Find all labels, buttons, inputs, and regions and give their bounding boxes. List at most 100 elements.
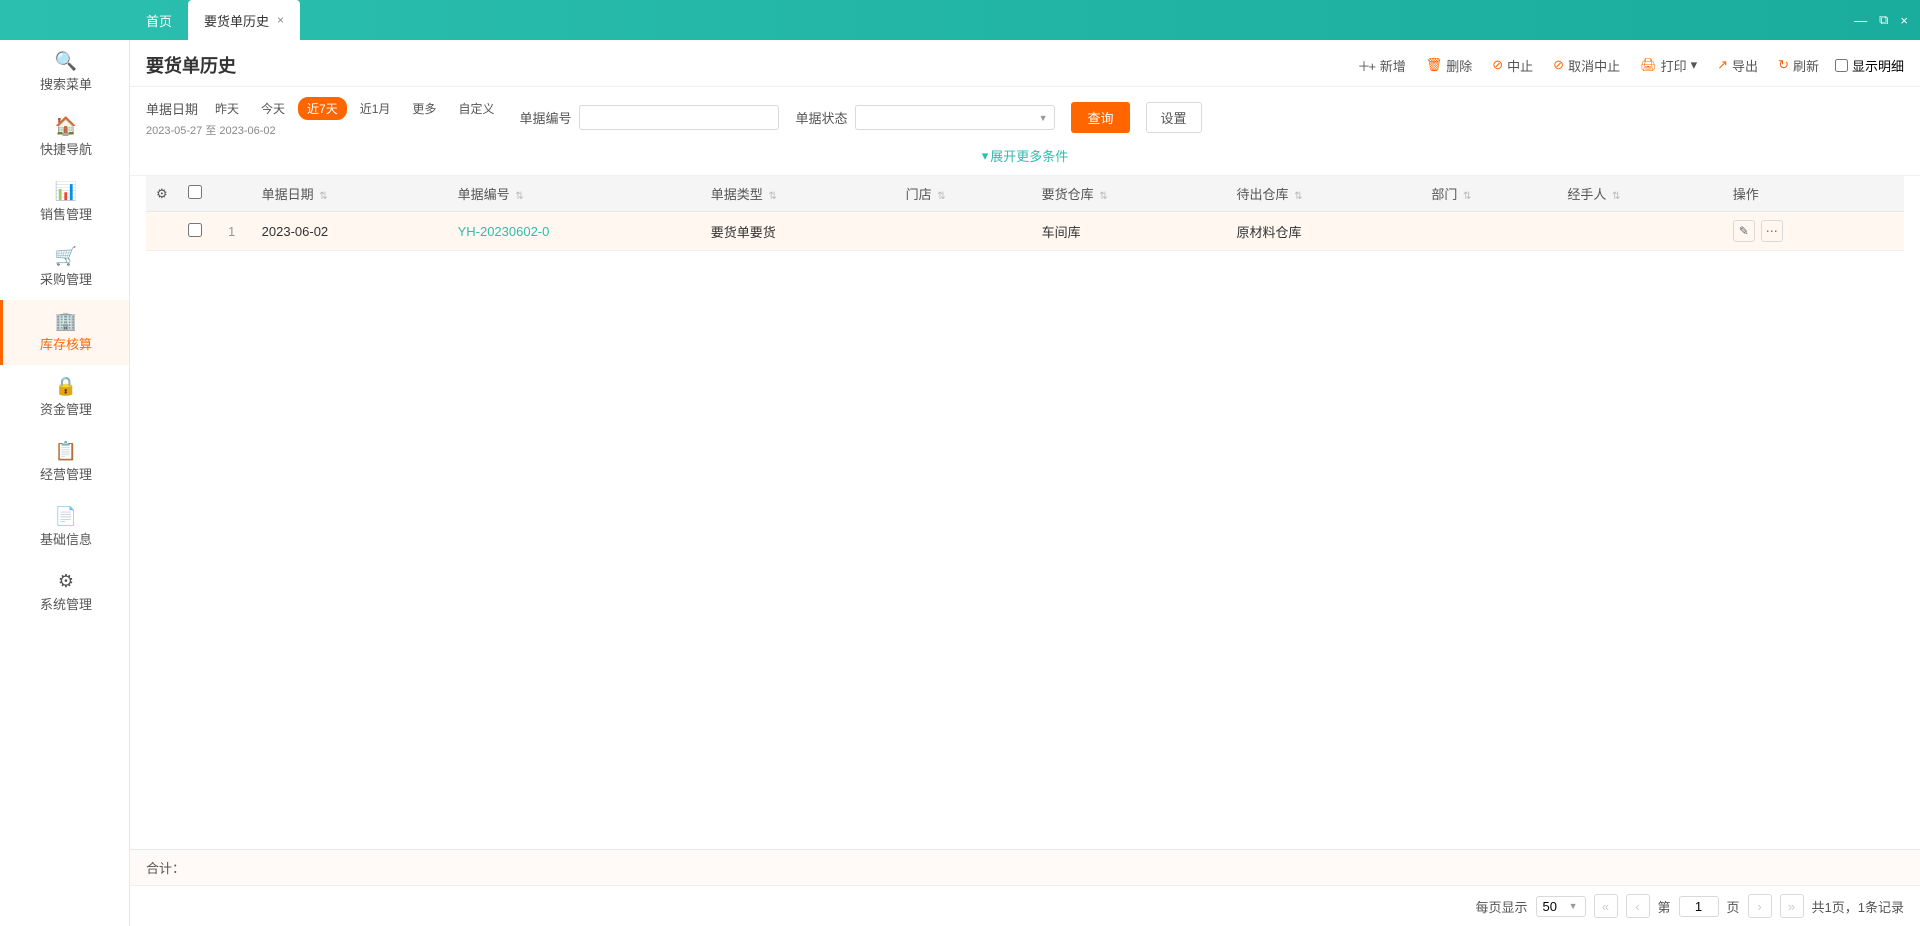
tab-requisition-history[interactable]: 要货单历史 × bbox=[188, 0, 300, 40]
restore-button[interactable]: ⧉ bbox=[1879, 12, 1888, 28]
lock-icon: 🔒 bbox=[55, 377, 77, 395]
col-settings[interactable]: ⚙ bbox=[146, 176, 178, 212]
date-btn-custom[interactable]: 自定义 bbox=[449, 97, 503, 120]
new-button[interactable]: ＋ + 新增 bbox=[1353, 54, 1409, 77]
date-btn-yesterday[interactable]: 昨天 bbox=[206, 97, 248, 120]
filter-area: 单据日期 昨天 今天 近7天 近1月 更多 自定义 2023-05-27 至 2… bbox=[130, 87, 1920, 176]
first-page-btn[interactable]: « bbox=[1594, 894, 1618, 918]
more-icon[interactable]: ⋯ bbox=[1761, 220, 1783, 242]
next-page-btn[interactable]: › bbox=[1748, 894, 1772, 918]
print-icon: 🖨 bbox=[1640, 57, 1657, 73]
cancel-suspend-icon: ⊘ bbox=[1553, 57, 1564, 73]
sidebar-item-quick-nav[interactable]: 🏠 快捷导航 bbox=[0, 105, 129, 170]
print-dropdown-icon[interactable]: ▾ bbox=[1691, 57, 1698, 73]
per-page-label: 每页显示 bbox=[1475, 897, 1527, 916]
sort-pendwh-icon: ⇅ bbox=[1294, 191, 1302, 202]
cell-department bbox=[1421, 212, 1557, 251]
sidebar-item-sales-mgmt[interactable]: 📊 销售管理 bbox=[0, 170, 129, 235]
export-button[interactable]: ↗ 导出 bbox=[1713, 54, 1762, 77]
print-button[interactable]: 🖨 打印 ▾ bbox=[1636, 54, 1701, 77]
export-icon: ↗ bbox=[1717, 57, 1728, 73]
sidebar-item-inventory[interactable]: 🏢 库存核算 bbox=[0, 300, 129, 365]
row-checkbox[interactable] bbox=[188, 223, 202, 237]
cell-num: 1 bbox=[212, 212, 252, 251]
minimize-button[interactable]: — bbox=[1854, 13, 1867, 28]
main-layout: 🔍 搜索菜单 🏠 快捷导航 📊 销售管理 🛒 采购管理 🏢 库存核算 🔒 资金管… bbox=[0, 40, 1920, 926]
sort-handler-icon: ⇅ bbox=[1612, 191, 1620, 202]
sort-doctype-icon: ⇅ bbox=[768, 191, 776, 202]
page-input[interactable] bbox=[1679, 896, 1719, 917]
filter-row: 单据日期 昨天 今天 近7天 近1月 更多 自定义 2023-05-27 至 2… bbox=[146, 97, 1904, 138]
col-department[interactable]: 部门 ⇅ bbox=[1421, 176, 1557, 212]
col-req-warehouse[interactable]: 要货仓库 ⇅ bbox=[1032, 176, 1227, 212]
suspend-icon: ⊘ bbox=[1492, 57, 1503, 73]
building-icon: 🏢 bbox=[55, 312, 77, 330]
sidebar-item-label: 快捷导航 bbox=[40, 139, 92, 158]
gear-icon: ⚙ bbox=[58, 572, 74, 590]
select-all-checkbox[interactable] bbox=[188, 185, 202, 199]
sidebar: 🔍 搜索菜单 🏠 快捷导航 📊 销售管理 🛒 采购管理 🏢 库存核算 🔒 资金管… bbox=[0, 40, 130, 926]
date-btn-today[interactable]: 今天 bbox=[252, 97, 294, 120]
date-btn-7days[interactable]: 近7天 bbox=[298, 97, 347, 120]
status-filter: 单据状态 bbox=[795, 105, 1055, 130]
col-pending-warehouse[interactable]: 待出仓库 ⇅ bbox=[1226, 176, 1421, 212]
sort-dept-icon: ⇅ bbox=[1463, 191, 1471, 202]
tab-home[interactable]: 首页 bbox=[130, 0, 188, 40]
col-date[interactable]: 单据日期 ⇅ bbox=[252, 176, 448, 212]
table-body: 1 2023-06-02 YH-20230602-0 要货单要货 bbox=[146, 212, 1904, 251]
sidebar-item-finance[interactable]: 🔒 资金管理 bbox=[0, 365, 129, 430]
cell-date: 2023-06-02 bbox=[252, 212, 448, 251]
date-btn-more[interactable]: 更多 bbox=[403, 97, 445, 120]
top-bar-actions: — ⧉ × bbox=[1854, 12, 1908, 28]
last-page-btn[interactable]: » bbox=[1780, 894, 1804, 918]
col-handler[interactable]: 经手人 ⇅ bbox=[1557, 176, 1722, 212]
cell-settings bbox=[146, 212, 178, 251]
document-icon: 📄 bbox=[55, 507, 77, 525]
edit-icon[interactable]: ✎ bbox=[1733, 220, 1755, 242]
close-button[interactable]: × bbox=[1900, 13, 1908, 28]
sidebar-item-label: 资金管理 bbox=[40, 399, 92, 418]
date-btn-group: 昨天 今天 近7天 近1月 更多 自定义 bbox=[206, 97, 503, 120]
main-table: ⚙ 单据日期 ⇅ 单据编号 ⇅ bbox=[146, 176, 1904, 251]
col-doc-no[interactable]: 单据编号 ⇅ bbox=[448, 176, 701, 212]
cancel-suspend-button[interactable]: ⊘ 取消中止 bbox=[1549, 54, 1624, 77]
per-page-select[interactable]: 10 20 50 100 bbox=[1536, 896, 1586, 917]
status-select[interactable] bbox=[855, 105, 1055, 130]
sidebar-item-label: 经营管理 bbox=[40, 464, 92, 483]
cell-checkbox bbox=[178, 212, 212, 251]
sidebar-item-label: 系统管理 bbox=[40, 594, 92, 613]
cell-req-warehouse: 车间库 bbox=[1032, 212, 1227, 251]
show-detail-checkbox[interactable] bbox=[1835, 59, 1848, 72]
col-checkbox bbox=[178, 176, 212, 212]
refresh-button[interactable]: ↻ 刷新 bbox=[1774, 54, 1823, 77]
refresh-icon: ↻ bbox=[1778, 57, 1789, 73]
tab-close-icon[interactable]: × bbox=[277, 13, 284, 27]
clipboard-icon: 📋 bbox=[55, 442, 77, 460]
date-btn-1month[interactable]: 近1月 bbox=[351, 97, 400, 120]
prev-page-btn[interactable]: ‹ bbox=[1626, 894, 1650, 918]
total-records-text: 共1页，1条记录 bbox=[1812, 897, 1904, 916]
col-doc-type[interactable]: 单据类型 ⇅ bbox=[701, 176, 896, 212]
sidebar-item-operations[interactable]: 📋 经营管理 bbox=[0, 430, 129, 495]
doc-no-input[interactable] bbox=[579, 105, 779, 130]
col-store[interactable]: 门店 ⇅ bbox=[896, 176, 1032, 212]
expand-filter-btn[interactable]: ▾ 展开更多条件 bbox=[982, 146, 1069, 165]
sidebar-item-system-mgmt[interactable]: ⚙ 系统管理 bbox=[0, 560, 129, 625]
sidebar-item-label: 基础信息 bbox=[40, 529, 92, 548]
cell-doc-type: 要货单要货 bbox=[701, 212, 896, 251]
sidebar-item-label: 库存核算 bbox=[40, 334, 92, 353]
show-detail-toggle[interactable]: 显示明细 bbox=[1835, 56, 1904, 75]
settings-button[interactable]: 设置 bbox=[1146, 102, 1202, 133]
cell-store bbox=[896, 212, 1032, 251]
sidebar-item-purchase-mgmt[interactable]: 🛒 采购管理 bbox=[0, 235, 129, 300]
cell-handler bbox=[1557, 212, 1722, 251]
doc-no-link[interactable]: YH-20230602-0 bbox=[458, 224, 550, 239]
per-page-select-wrapper: 10 20 50 100 bbox=[1536, 896, 1586, 917]
col-num bbox=[212, 176, 252, 212]
query-button[interactable]: 查询 bbox=[1071, 102, 1129, 133]
sidebar-item-basic-info[interactable]: 📄 基础信息 bbox=[0, 495, 129, 560]
sidebar-item-search-menu[interactable]: 🔍 搜索菜单 bbox=[0, 40, 129, 105]
suspend-button[interactable]: ⊘ 中止 bbox=[1488, 54, 1537, 77]
delete-button[interactable]: 🗑 删除 bbox=[1422, 54, 1477, 77]
top-bar: 首页 要货单历史 × — ⧉ × bbox=[0, 0, 1920, 40]
